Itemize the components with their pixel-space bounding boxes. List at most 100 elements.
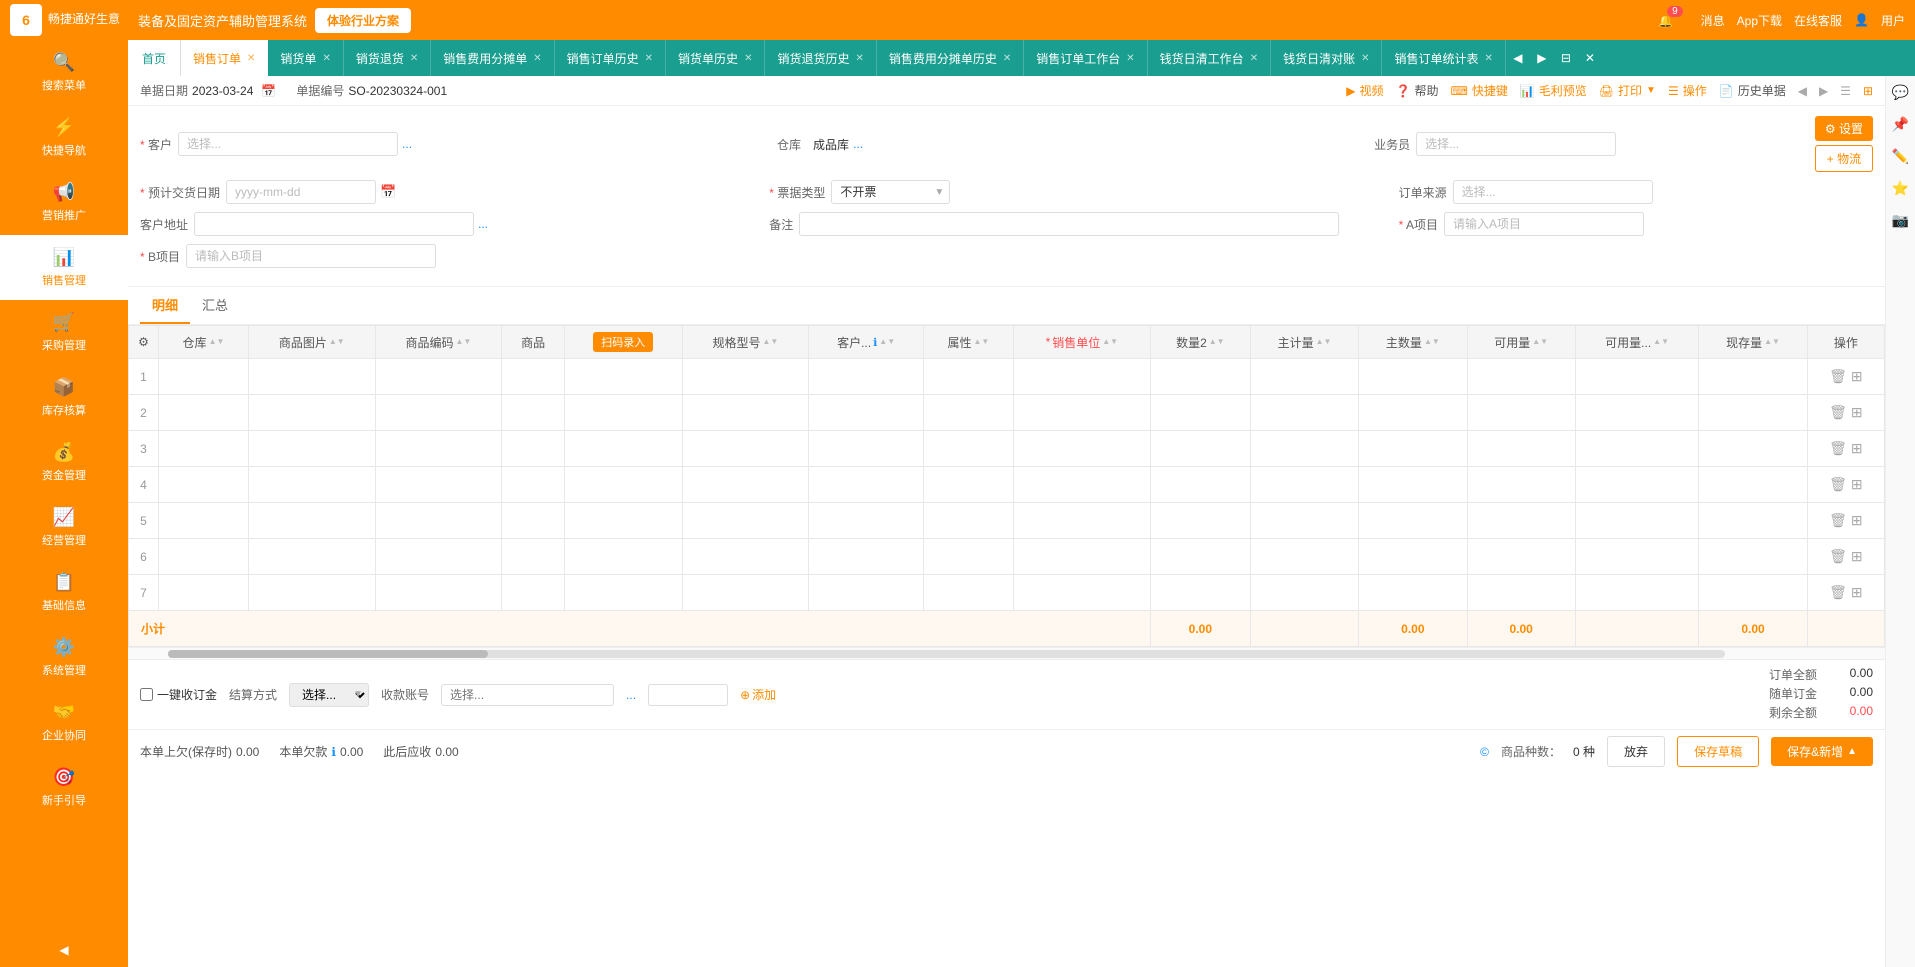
sidebar-toggle[interactable]: ◀ (0, 933, 128, 967)
row-7-code[interactable] (375, 575, 502, 611)
row-2-attr[interactable] (923, 395, 1013, 431)
row-7-qty2[interactable] (1150, 575, 1250, 611)
tab-home[interactable]: 首页 (128, 40, 181, 76)
row-5-spec[interactable] (682, 503, 809, 539)
row-2-name[interactable] (502, 395, 565, 431)
row-4-current[interactable] (1699, 467, 1807, 503)
history-btn[interactable]: 📄 历史单据 (1719, 82, 1786, 99)
view-btn[interactable]: ▶ 视频 (1346, 82, 1383, 99)
th-customer-code[interactable]: 客户... ℹ ▲▼ (809, 326, 924, 359)
row-3-avail[interactable] (1467, 431, 1575, 467)
row-1-image[interactable] (248, 359, 375, 395)
tab-close-fee-split-history[interactable]: ✕ (1003, 53, 1011, 64)
row-2-image[interactable] (248, 395, 375, 431)
row-5-main-qty[interactable] (1359, 503, 1467, 539)
row-3-current[interactable] (1699, 431, 1807, 467)
sidebar-item-search[interactable]: 🔍 搜索菜单 (0, 40, 128, 105)
row-1-qty2[interactable] (1150, 359, 1250, 395)
scan-btn[interactable]: 扫码录入 (593, 332, 653, 352)
tab-close-sales-return[interactable]: ✕ (410, 53, 418, 64)
th-settings[interactable]: ⚙ (129, 326, 159, 359)
row-1-name[interactable] (502, 359, 565, 395)
row-5-avail[interactable] (1467, 503, 1575, 539)
sidebar-item-guide[interactable]: 🎯 新手引导 (0, 755, 128, 820)
row-5-current[interactable] (1699, 503, 1807, 539)
tab-close-sales-invoice[interactable]: ✕ (322, 53, 330, 64)
row-2-scan[interactable] (564, 395, 682, 431)
th-product-name[interactable]: 商品 (502, 326, 565, 359)
tab-close-fee-split[interactable]: ✕ (533, 53, 541, 64)
project-a-input[interactable] (1444, 212, 1644, 236)
row-4-unit[interactable] (1013, 467, 1150, 503)
row-6-delete-icon[interactable]: 🗑 (1829, 548, 1847, 565)
tab-close-sales-workbench[interactable]: ✕ (1126, 53, 1134, 64)
customer-more[interactable]: ... (402, 137, 412, 151)
tab-order-history[interactable]: 销售订单历史 ✕ (555, 40, 666, 76)
row-4-copy-icon[interactable]: ⊞ (1851, 476, 1863, 493)
row-7-delete-icon[interactable]: 🗑 (1829, 584, 1847, 601)
row-2-current[interactable] (1699, 395, 1807, 431)
row-4-name[interactable] (502, 467, 565, 503)
tab-return-history[interactable]: 销货退货历史 ✕ (765, 40, 876, 76)
sidebar-item-enterprise[interactable]: 🤝 企业协同 (0, 690, 128, 755)
row-3-spec[interactable] (682, 431, 809, 467)
th-main-unit[interactable]: 主计量▲▼ (1250, 326, 1358, 359)
right-panel-pin-icon[interactable]: 📌 (1889, 112, 1913, 136)
row-5-image[interactable] (248, 503, 375, 539)
warehouse-more[interactable]: ... (853, 137, 863, 151)
row-2-warehouse[interactable] (159, 395, 249, 431)
row-4-image[interactable] (248, 467, 375, 503)
right-panel-edit-icon[interactable]: ✏️ (1889, 144, 1913, 168)
settlement-select[interactable]: 选择... (289, 683, 369, 707)
row-3-code[interactable] (375, 431, 502, 467)
row-6-attr[interactable] (923, 539, 1013, 575)
row-4-warehouse[interactable] (159, 467, 249, 503)
row-6-code[interactable] (375, 539, 502, 575)
row-4-code[interactable] (375, 467, 502, 503)
amount-input[interactable]: 0.00 (648, 684, 728, 706)
row-3-main-qty[interactable] (1359, 431, 1467, 467)
row-3-customer-code[interactable] (809, 431, 924, 467)
row-1-code[interactable] (375, 359, 502, 395)
row-1-delete-icon[interactable]: 🗑 (1829, 368, 1847, 385)
settings-btn[interactable]: ⚙ 设置 (1815, 116, 1873, 141)
row-4-main-unit[interactable] (1250, 467, 1358, 503)
sidebar-item-basic[interactable]: 📋 基础信息 (0, 560, 128, 625)
row-7-name[interactable] (502, 575, 565, 611)
row-5-customer-code[interactable] (809, 503, 924, 539)
message-icon[interactable]: 🔔9 (1658, 12, 1689, 28)
row-6-customer-code[interactable] (809, 539, 924, 575)
tab-close-return-history[interactable]: ✕ (855, 53, 863, 64)
delivery-date-calendar-icon[interactable]: 📅 (380, 184, 396, 200)
one-click-checkbox[interactable] (140, 688, 153, 701)
customer-input[interactable] (178, 132, 398, 156)
calendar-icon[interactable]: 📅 (261, 84, 276, 98)
row-5-avail-more[interactable] (1575, 503, 1699, 539)
row-7-warehouse[interactable] (159, 575, 249, 611)
project-b-input[interactable] (186, 244, 436, 268)
row-7-current[interactable] (1699, 575, 1807, 611)
row-3-qty2[interactable] (1150, 431, 1250, 467)
row-2-delete-icon[interactable]: 🗑 (1829, 404, 1847, 421)
row-4-attr[interactable] (923, 467, 1013, 503)
row-3-warehouse[interactable] (159, 431, 249, 467)
row-6-qty2[interactable] (1150, 539, 1250, 575)
tab-sales-invoice[interactable]: 销货单 ✕ (268, 40, 343, 76)
row-5-unit[interactable] (1013, 503, 1150, 539)
row-2-main-unit[interactable] (1250, 395, 1358, 431)
print-btn[interactable]: 🖨 打印 ▼ (1599, 82, 1656, 99)
row-2-qty2[interactable] (1150, 395, 1250, 431)
row-3-main-unit[interactable] (1250, 431, 1358, 467)
row-1-attr[interactable] (923, 359, 1013, 395)
row-1-warehouse[interactable] (159, 359, 249, 395)
th-quantity2[interactable]: 数量2▲▼ (1150, 326, 1250, 359)
th-attributes[interactable]: 属性▲▼ (923, 326, 1013, 359)
account-input[interactable] (441, 684, 614, 706)
row-1-main-qty[interactable] (1359, 359, 1467, 395)
row-1-avail[interactable] (1467, 359, 1575, 395)
row-7-customer-code[interactable] (809, 575, 924, 611)
th-product-code[interactable]: 商品编码▲▼ (375, 326, 502, 359)
help-btn[interactable]: ❓ 帮助 (1396, 82, 1439, 99)
row-1-avail-more[interactable] (1575, 359, 1699, 395)
row-2-code[interactable] (375, 395, 502, 431)
